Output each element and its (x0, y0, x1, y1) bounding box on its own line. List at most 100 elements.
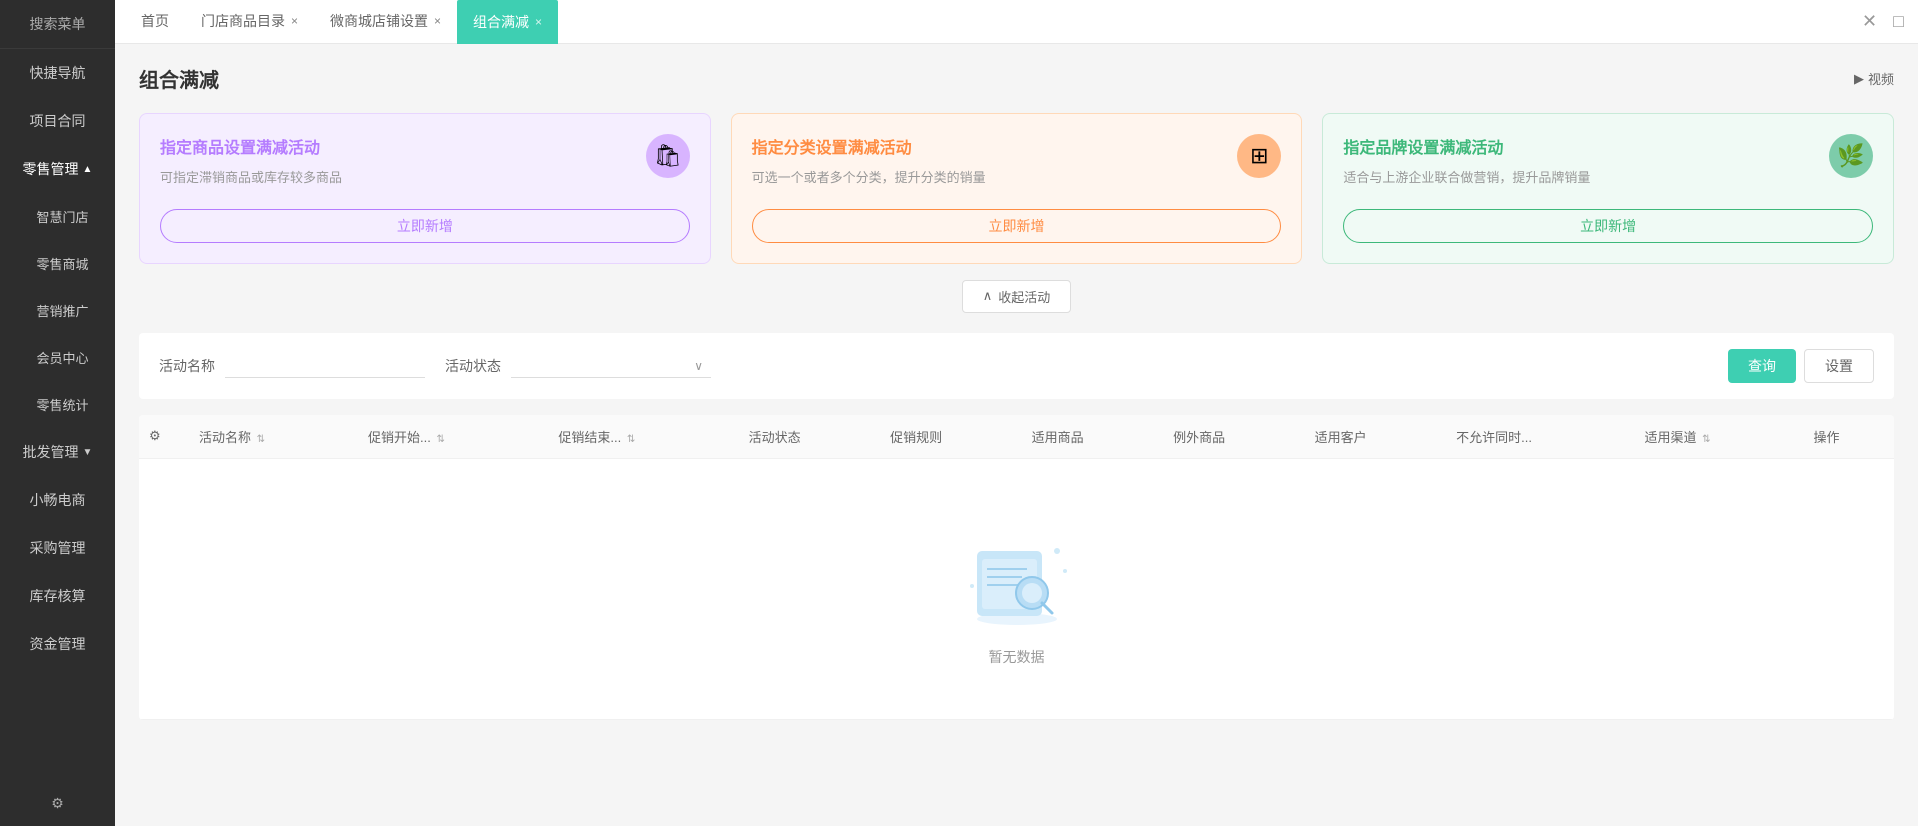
category-card-desc: 可选一个或者多个分类，提升分类的销量 (752, 168, 1282, 189)
brand-card-add-button[interactable]: 立即新增 (1343, 209, 1873, 243)
col-applicable-customer: 适用客户 (1305, 415, 1447, 459)
sidebar-item-retail-management[interactable]: 零售管理 ▲ (0, 145, 115, 193)
sidebar-item-label: 快捷导航 (30, 63, 86, 83)
magnifier-inner (1022, 583, 1042, 603)
col-not-allow-simultaneous: 不允许同时... (1446, 415, 1634, 459)
page-content: 组合满减 ▶ 视频 🛍 指定商品设置满减活动 可指定滞销商品或库存较多商品 立即… (115, 44, 1918, 826)
col-applicable-customer-label: 适用客户 (1315, 430, 1367, 445)
tab-store-catalog-close[interactable]: × (291, 14, 298, 28)
col-activity-name[interactable]: 活动名称 ⇅ (189, 415, 358, 459)
deco-dot-2 (970, 584, 974, 588)
col-promo-start[interactable]: 促销开始... ⇅ (358, 415, 548, 459)
brand-card-desc: 适合与上游企业联合做营销，提升品牌销量 (1343, 168, 1873, 189)
col-activity-status-label: 活动状态 (749, 430, 801, 445)
tab-store-catalog-label: 门店商品目录 (201, 11, 285, 31)
sort-icon-promo-end: ⇅ (627, 434, 635, 445)
sidebar-item-project-contract[interactable]: 项目合同 (0, 97, 115, 145)
product-card-add-button[interactable]: 立即新增 (160, 209, 690, 243)
col-activity-status: 活动状态 (739, 415, 881, 459)
activity-card-brand: 🌿 指定品牌设置满减活动 适合与上游企业联合做营销，提升品牌销量 立即新增 (1322, 113, 1894, 264)
sidebar-item-label: 资金管理 (30, 634, 86, 654)
tab-combo-discount-label: 组合满减 (473, 12, 529, 32)
bag-icon: 🛍 (654, 143, 682, 169)
product-card-desc: 可指定滞销商品或库存较多商品 (160, 168, 690, 189)
window-minimize-button[interactable]: □ (1889, 11, 1908, 32)
col-applicable-channel-label: 适用渠道 (1644, 430, 1696, 445)
col-settings[interactable]: ⚙ (139, 415, 189, 459)
col-applicable-goods-label: 适用商品 (1032, 430, 1084, 445)
sidebar-item-xiaochang-ecommerce[interactable]: 小畅电商 (0, 476, 115, 524)
sidebar-settings[interactable]: ⚙ (0, 781, 115, 826)
sort-icon-promo-start: ⇅ (437, 434, 445, 445)
tab-combo-discount[interactable]: 组合满减 × (457, 0, 558, 44)
tab-wechat-store-settings[interactable]: 微商城店铺设置 × (314, 0, 457, 44)
query-button[interactable]: 查询 (1728, 349, 1796, 383)
sidebar-item-smart-store[interactable]: 智慧门店 (0, 193, 115, 240)
col-promo-end-label: 促销结束... (558, 430, 621, 445)
col-operations: 操作 (1804, 415, 1895, 459)
tab-home-label: 首页 (141, 11, 169, 31)
data-table: ⚙ 活动名称 ⇅ 促销开始... ⇅ 促销结束... ⇅ (139, 415, 1894, 720)
activity-status-select[interactable] (511, 353, 711, 378)
empty-state-cell: 暂无数据 (139, 458, 1894, 719)
col-not-allow-simultaneous-label: 不允许同时... (1456, 430, 1532, 445)
leaf-icon: 🌿 (1837, 143, 1864, 169)
empty-text: 暂无数据 (149, 647, 1884, 667)
sidebar-item-label: 小畅电商 (30, 490, 86, 510)
empty-state-row: 暂无数据 (139, 458, 1894, 719)
sidebar-item-wholesale-management[interactable]: 批发管理 ▼ (0, 428, 115, 476)
page-header: 组合满减 ▶ 视频 (139, 64, 1894, 93)
category-card-title: 指定分类设置满减活动 (752, 134, 1282, 158)
sidebar-item-label: 零售统计 (36, 395, 88, 414)
brand-card-title: 指定品牌设置满减活动 (1343, 134, 1873, 158)
page-title: 组合满减 (139, 64, 219, 93)
chevron-down-icon: ▼ (83, 447, 93, 458)
deco-dot-1 (1054, 548, 1060, 554)
tab-bar: 首页 门店商品目录 × 微商城店铺设置 × 组合满减 × ✕ □ (115, 0, 1918, 44)
sort-icon-channel: ⇅ (1702, 434, 1710, 445)
tab-home[interactable]: 首页 (125, 0, 185, 44)
activity-status-field: 活动状态 (445, 353, 711, 378)
sidebar-item-purchase-management[interactable]: 采购管理 (0, 524, 115, 572)
tab-combo-discount-close[interactable]: × (535, 15, 542, 29)
tab-store-catalog[interactable]: 门店商品目录 × (185, 0, 314, 44)
gear-icon: ⚙ (51, 795, 64, 811)
sidebar-item-member-center[interactable]: 会员中心 (0, 334, 115, 381)
sidebar-item-retail-mall[interactable]: 零售商城 (0, 240, 115, 287)
sidebar-item-quick-nav[interactable]: 快捷导航 (0, 49, 115, 97)
activity-name-input[interactable] (225, 353, 425, 378)
sidebar-search[interactable]: 搜索菜单 (0, 0, 115, 49)
sidebar-item-inventory-check[interactable]: 库存核算 (0, 572, 115, 620)
search-actions: 查询 设置 (1728, 349, 1874, 383)
sort-icon-activity-name: ⇅ (257, 434, 265, 445)
col-applicable-goods: 适用商品 (1022, 415, 1164, 459)
collapse-activity-button[interactable]: ∧ 收起活动 (962, 280, 1072, 313)
sidebar-item-retail-stats[interactable]: 零售统计 (0, 381, 115, 428)
activity-name-field: 活动名称 (159, 353, 425, 378)
window-actions: ✕ □ (1858, 11, 1908, 32)
window-close-button[interactable]: ✕ (1858, 11, 1881, 32)
video-link[interactable]: ▶ 视频 (1854, 69, 1894, 88)
activity-card-category: ⊞ 指定分类设置满减活动 可选一个或者多个分类，提升分类的销量 立即新增 (731, 113, 1303, 264)
empty-state: 暂无数据 (149, 471, 1884, 707)
table-header-row: ⚙ 活动名称 ⇅ 促销开始... ⇅ 促销结束... ⇅ (139, 415, 1894, 459)
magnifier-handle (1042, 603, 1052, 613)
settings-button[interactable]: 设置 (1804, 349, 1874, 383)
activity-name-label: 活动名称 (159, 356, 215, 376)
tab-wechat-store-close[interactable]: × (434, 14, 441, 28)
col-promo-start-label: 促销开始... (368, 430, 431, 445)
sidebar-item-label: 项目合同 (30, 111, 86, 131)
sidebar-item-label: 采购管理 (30, 538, 86, 558)
col-exception-goods: 例外商品 (1163, 415, 1305, 459)
col-promo-rule: 促销规则 (880, 415, 1022, 459)
product-card-title: 指定商品设置满减活动 (160, 134, 690, 158)
table-header: ⚙ 活动名称 ⇅ 促销开始... ⇅ 促销结束... ⇅ (139, 415, 1894, 459)
sidebar-item-marketing[interactable]: 营销推广 (0, 287, 115, 334)
collapse-bar: ∧ 收起活动 (139, 280, 1894, 313)
main-area: 首页 门店商品目录 × 微商城店铺设置 × 组合满减 × ✕ □ 组合满减 ▶ … (115, 0, 1918, 826)
col-applicable-channel[interactable]: 适用渠道 ⇅ (1634, 415, 1803, 459)
col-promo-end[interactable]: 促销结束... ⇅ (548, 415, 738, 459)
category-card-add-button[interactable]: 立即新增 (752, 209, 1282, 243)
sidebar-item-fund-management[interactable]: 资金管理 (0, 620, 115, 668)
sidebar: 搜索菜单 快捷导航 项目合同 零售管理 ▲ 智慧门店 零售商城 营销推广 会员中… (0, 0, 115, 826)
